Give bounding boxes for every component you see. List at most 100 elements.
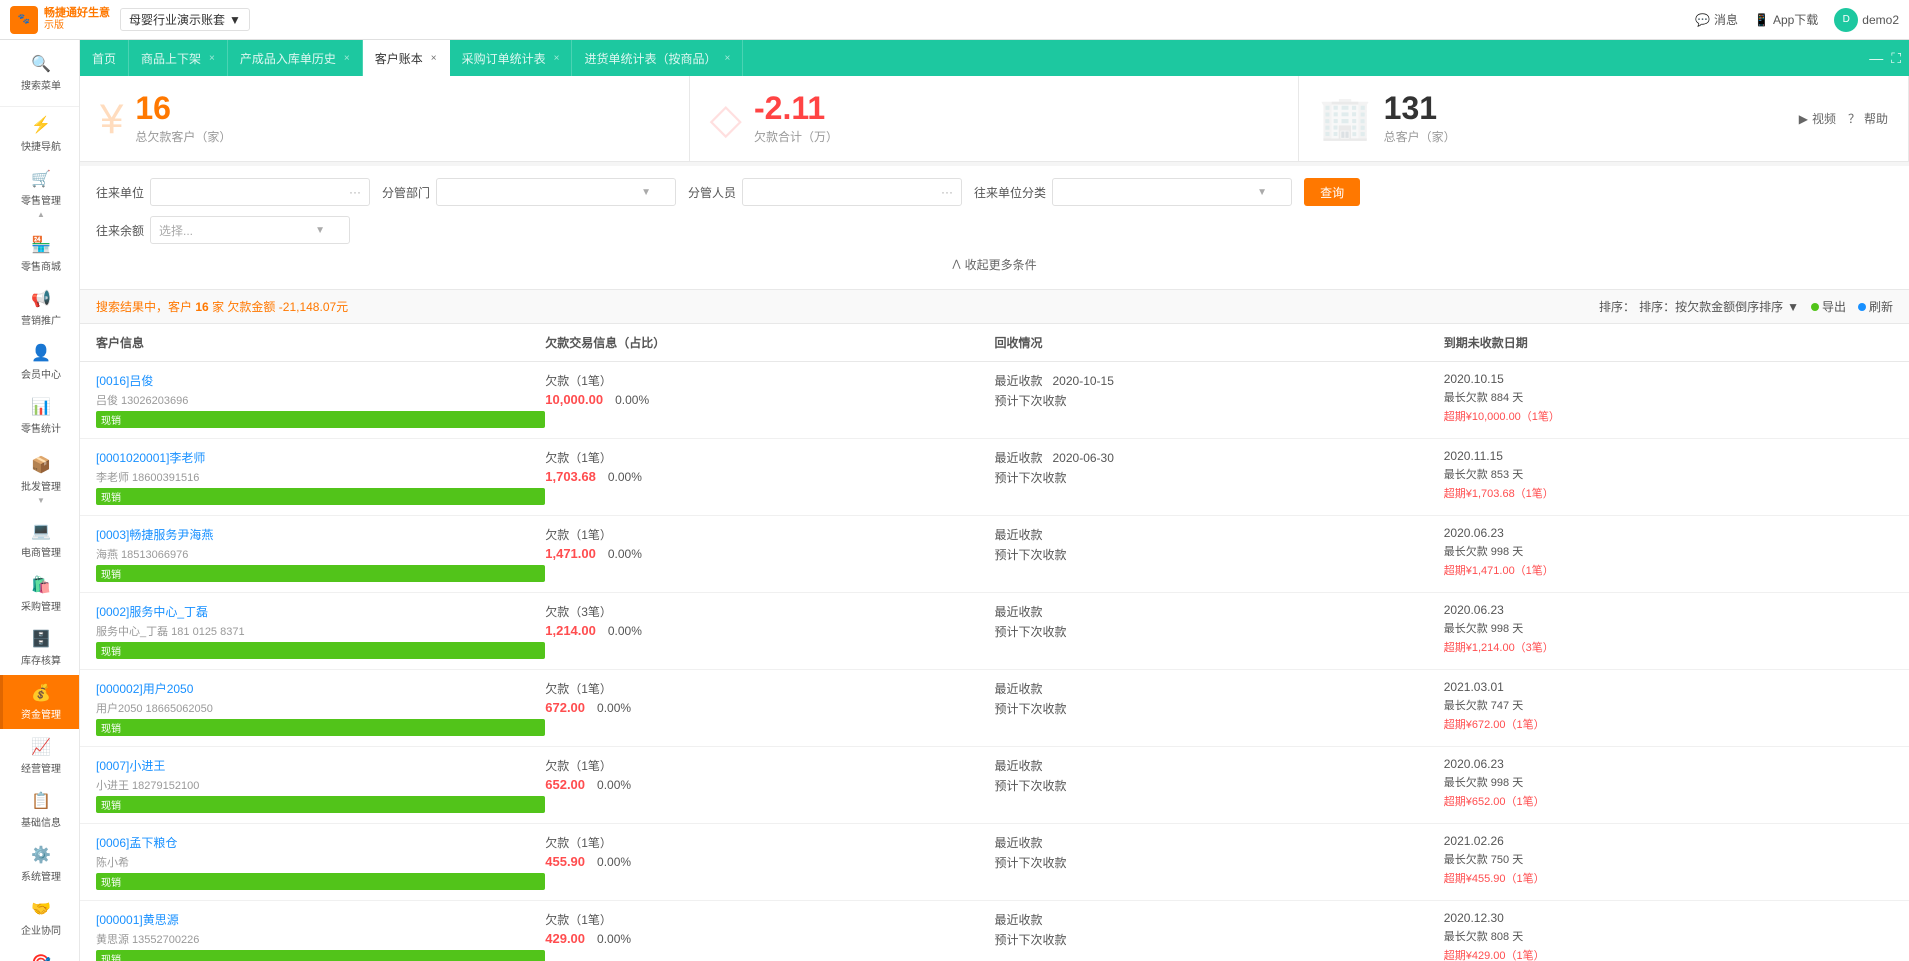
recovery-date-4: 最近收款 xyxy=(995,680,1444,697)
customer-cell-2: [0003]畅捷服务尹海燕 海燕 18513066976 现销 xyxy=(96,526,545,582)
recovery-cell-7: 最近收款 预计下次收款 xyxy=(995,911,1444,961)
due-overdue-0[interactable]: 超期¥10,000.00（1笔） xyxy=(1444,408,1893,424)
unit-category-arrow: ▼ xyxy=(1257,187,1267,198)
customer-link-5[interactable]: [0007]小进王 xyxy=(96,757,545,774)
customer-link-4[interactable]: [000002]用户2050 xyxy=(96,680,545,697)
unit-category-select[interactable]: ▼ xyxy=(1052,178,1292,206)
due-cell-2: 2020.06.23 最长欠款 998 天 超期¥1,471.00（1笔） xyxy=(1444,526,1893,582)
message-btn[interactable]: 💬 消息 xyxy=(1695,11,1738,28)
due-days-2: 最长欠款 998 天 xyxy=(1444,543,1893,559)
collapse-btn[interactable]: ⋀ 收起更多条件 xyxy=(96,252,1893,277)
top-bar-right: 💬 消息 📱 App下载 D demo2 xyxy=(1695,8,1899,32)
sidebar-item-ecommerce[interactable]: 💻 电商管理 xyxy=(0,513,79,567)
sidebar-item-finance[interactable]: 💰 资金管理 xyxy=(0,675,79,729)
tab-customer-account[interactable]: 客户账本 × xyxy=(363,40,450,76)
sidebar-item-member[interactable]: 👤 会员中心 xyxy=(0,335,79,389)
sidebar-item-search[interactable]: 🔍 搜索菜单 xyxy=(0,46,79,100)
sidebar-item-retail-stats[interactable]: 📊 零售统计 xyxy=(0,389,79,443)
sort-select[interactable]: 排序： 排序：按欠款金额倒序排序 ▼ xyxy=(1599,298,1799,315)
sidebar-item-enterprise[interactable]: 🤝 企业协同 xyxy=(0,891,79,945)
due-overdue-1[interactable]: 超期¥1,703.68（1笔） xyxy=(1444,485,1893,501)
due-overdue-7[interactable]: 超期¥429.00（1笔） xyxy=(1444,947,1893,961)
customer-tag-7: 现销 xyxy=(96,950,545,961)
due-date-2: 2020.06.23 xyxy=(1444,526,1893,540)
sidebar-item-purchase[interactable]: 🛍️ 采购管理 xyxy=(0,567,79,621)
app-download-btn[interactable]: 📱 App下载 xyxy=(1754,11,1818,28)
tab-home[interactable]: 首页 xyxy=(80,40,129,76)
from-unit-input[interactable]: ··· xyxy=(150,178,370,206)
stat-card-debt-customers: ¥ 16 总欠款客户（家） xyxy=(80,76,690,161)
sidebar-retail-manage-label: 零售管理 xyxy=(21,192,61,207)
due-overdue-6[interactable]: 超期¥455.90（1笔） xyxy=(1444,870,1893,886)
query-btn[interactable]: 查询 xyxy=(1304,178,1360,206)
stat-actions: ▶ 视频 ？ 帮助 xyxy=(1799,110,1888,127)
stat-number-debt: 16 xyxy=(135,92,231,124)
tab-incoming-summary-close[interactable]: × xyxy=(724,53,730,64)
tab-incoming-summary[interactable]: 进货单统计表（按商品） × xyxy=(572,40,743,76)
refresh-btn[interactable]: 刷新 xyxy=(1858,298,1893,315)
dept-select[interactable]: ▼ xyxy=(436,178,676,206)
tab-customer-account-label: 客户账本 xyxy=(375,50,423,67)
video-icon: ▶ xyxy=(1799,112,1808,126)
tab-product-history-close[interactable]: × xyxy=(344,53,350,64)
customer-link-2[interactable]: [0003]畅捷服务尹海燕 xyxy=(96,526,545,543)
refresh-label: 刷新 xyxy=(1869,298,1893,315)
sidebar-item-ops[interactable]: 📈 经营管理 xyxy=(0,729,79,783)
tab-purchase-summary-close[interactable]: × xyxy=(554,53,560,64)
debt-count-7: 欠款（1笔） xyxy=(545,911,994,928)
data-table: 客户信息 欠款交易信息（占比） 回收情况 到期未收款日期 [0016]吕俊 吕俊… xyxy=(80,324,1909,961)
tab-customer-account-close[interactable]: × xyxy=(431,53,437,64)
help-icon: ？ xyxy=(1848,110,1860,127)
tab-product-offshelf-close[interactable]: × xyxy=(209,53,215,64)
sidebar-item-retail-mall[interactable]: 🏪 零售商城 xyxy=(0,227,79,281)
customer-phone-0: 吕俊 13026203696 xyxy=(96,392,545,408)
sidebar-item-quick-nav[interactable]: ⚡ 快捷导航 xyxy=(0,107,79,161)
tab-bar: 首页 商品上下架 × 产成品入库单历史 × 客户账本 × 采购订单统计表 × 进… xyxy=(80,40,1909,76)
company-selector[interactable]: 母婴行业演示账套 ▼ xyxy=(120,8,250,31)
table-row: [0002]服务中心_丁磊 服务中心_丁磊 181 0125 8371 现销 欠… xyxy=(80,593,1909,670)
debt-cell-2: 欠款（1笔） 1,471.00 0.00% xyxy=(545,526,994,582)
help-btn[interactable]: ？ 帮助 xyxy=(1848,110,1888,127)
sidebar-item-inventory[interactable]: 🗄️ 库存核算 xyxy=(0,621,79,675)
retail-mall-icon: 🏪 xyxy=(31,235,51,255)
customer-link-3[interactable]: [0002]服务中心_丁磊 xyxy=(96,603,545,620)
customer-cell-6: [0006]孟下粮仓 陈小希 现销 xyxy=(96,834,545,890)
customer-link-6[interactable]: [0006]孟下粮仓 xyxy=(96,834,545,851)
table-row: [0003]畅捷服务尹海燕 海燕 18513066976 现销 欠款（1笔） 1… xyxy=(80,516,1909,593)
sidebar-item-newcomer[interactable]: 🎯 新手引导 xyxy=(0,945,79,961)
due-overdue-4[interactable]: 超期¥672.00（1笔） xyxy=(1444,716,1893,732)
stat-card-debt-amount: ◇ -2.11 欠款合计（万） xyxy=(690,76,1300,161)
tab-purchase-summary[interactable]: 采购订单统计表 × xyxy=(450,40,573,76)
export-btn[interactable]: 导出 xyxy=(1811,298,1846,315)
due-overdue-2[interactable]: 超期¥1,471.00（1笔） xyxy=(1444,562,1893,578)
sidebar-item-marketing[interactable]: 📢 营销推广 xyxy=(0,281,79,335)
video-btn[interactable]: ▶ 视频 xyxy=(1799,110,1836,127)
recovery-date-2: 最近收款 xyxy=(995,526,1444,543)
tab-product-offshelf[interactable]: 商品上下架 × xyxy=(129,40,228,76)
debt-ratio-7: 0.00% xyxy=(597,932,631,946)
balance-label: 往来余额 xyxy=(96,222,144,239)
sidebar-item-batch-manage[interactable]: 📦 批发管理 ▼ xyxy=(0,447,79,513)
customer-link-1[interactable]: [0001020001]李老师 xyxy=(96,449,545,466)
tab-product-history[interactable]: 产成品入库单历史 × xyxy=(228,40,363,76)
tab-product-history-label: 产成品入库单历史 xyxy=(240,50,336,67)
due-cell-6: 2021.02.26 最长欠款 750 天 超期¥455.90（1笔） xyxy=(1444,834,1893,890)
tab-minimize-icon[interactable]: — xyxy=(1869,50,1883,66)
sidebar-item-system[interactable]: ⚙️ 系统管理 xyxy=(0,837,79,891)
sidebar-item-retail-manage[interactable]: 🛒 零售管理 ▲ xyxy=(0,161,79,227)
customer-link-0[interactable]: [0016]吕俊 xyxy=(96,372,545,389)
message-icon: 💬 xyxy=(1695,13,1710,27)
customer-link-7[interactable]: [000001]黄思源 xyxy=(96,911,545,928)
due-overdue-3[interactable]: 超期¥1,214.00（3笔） xyxy=(1444,639,1893,655)
balance-select[interactable]: 选择... ▼ xyxy=(150,216,350,244)
tab-bar-actions: — ⛶ xyxy=(1861,50,1909,67)
recovery-next-1: 预计下次收款 xyxy=(995,469,1444,486)
due-overdue-5[interactable]: 超期¥652.00（1笔） xyxy=(1444,793,1893,809)
sidebar: 🔍 搜索菜单 ⚡ 快捷导航 🛒 零售管理 ▲ 🏪 零售商城 📢 营销推广 👤 会… xyxy=(0,40,80,961)
top-bar: 🐾 畅捷通好生意 示版 母婴行业演示账套 ▼ 💬 消息 📱 App下载 D de… xyxy=(0,0,1909,40)
user-avatar-btn[interactable]: D demo2 xyxy=(1834,8,1899,32)
tab-maximize-icon[interactable]: ⛶ xyxy=(1891,50,1901,67)
person-input[interactable]: ··· xyxy=(742,178,962,206)
sidebar-item-basic-info[interactable]: 📋 基础信息 xyxy=(0,783,79,837)
header-debt-info: 欠款交易信息（占比） xyxy=(545,334,994,351)
